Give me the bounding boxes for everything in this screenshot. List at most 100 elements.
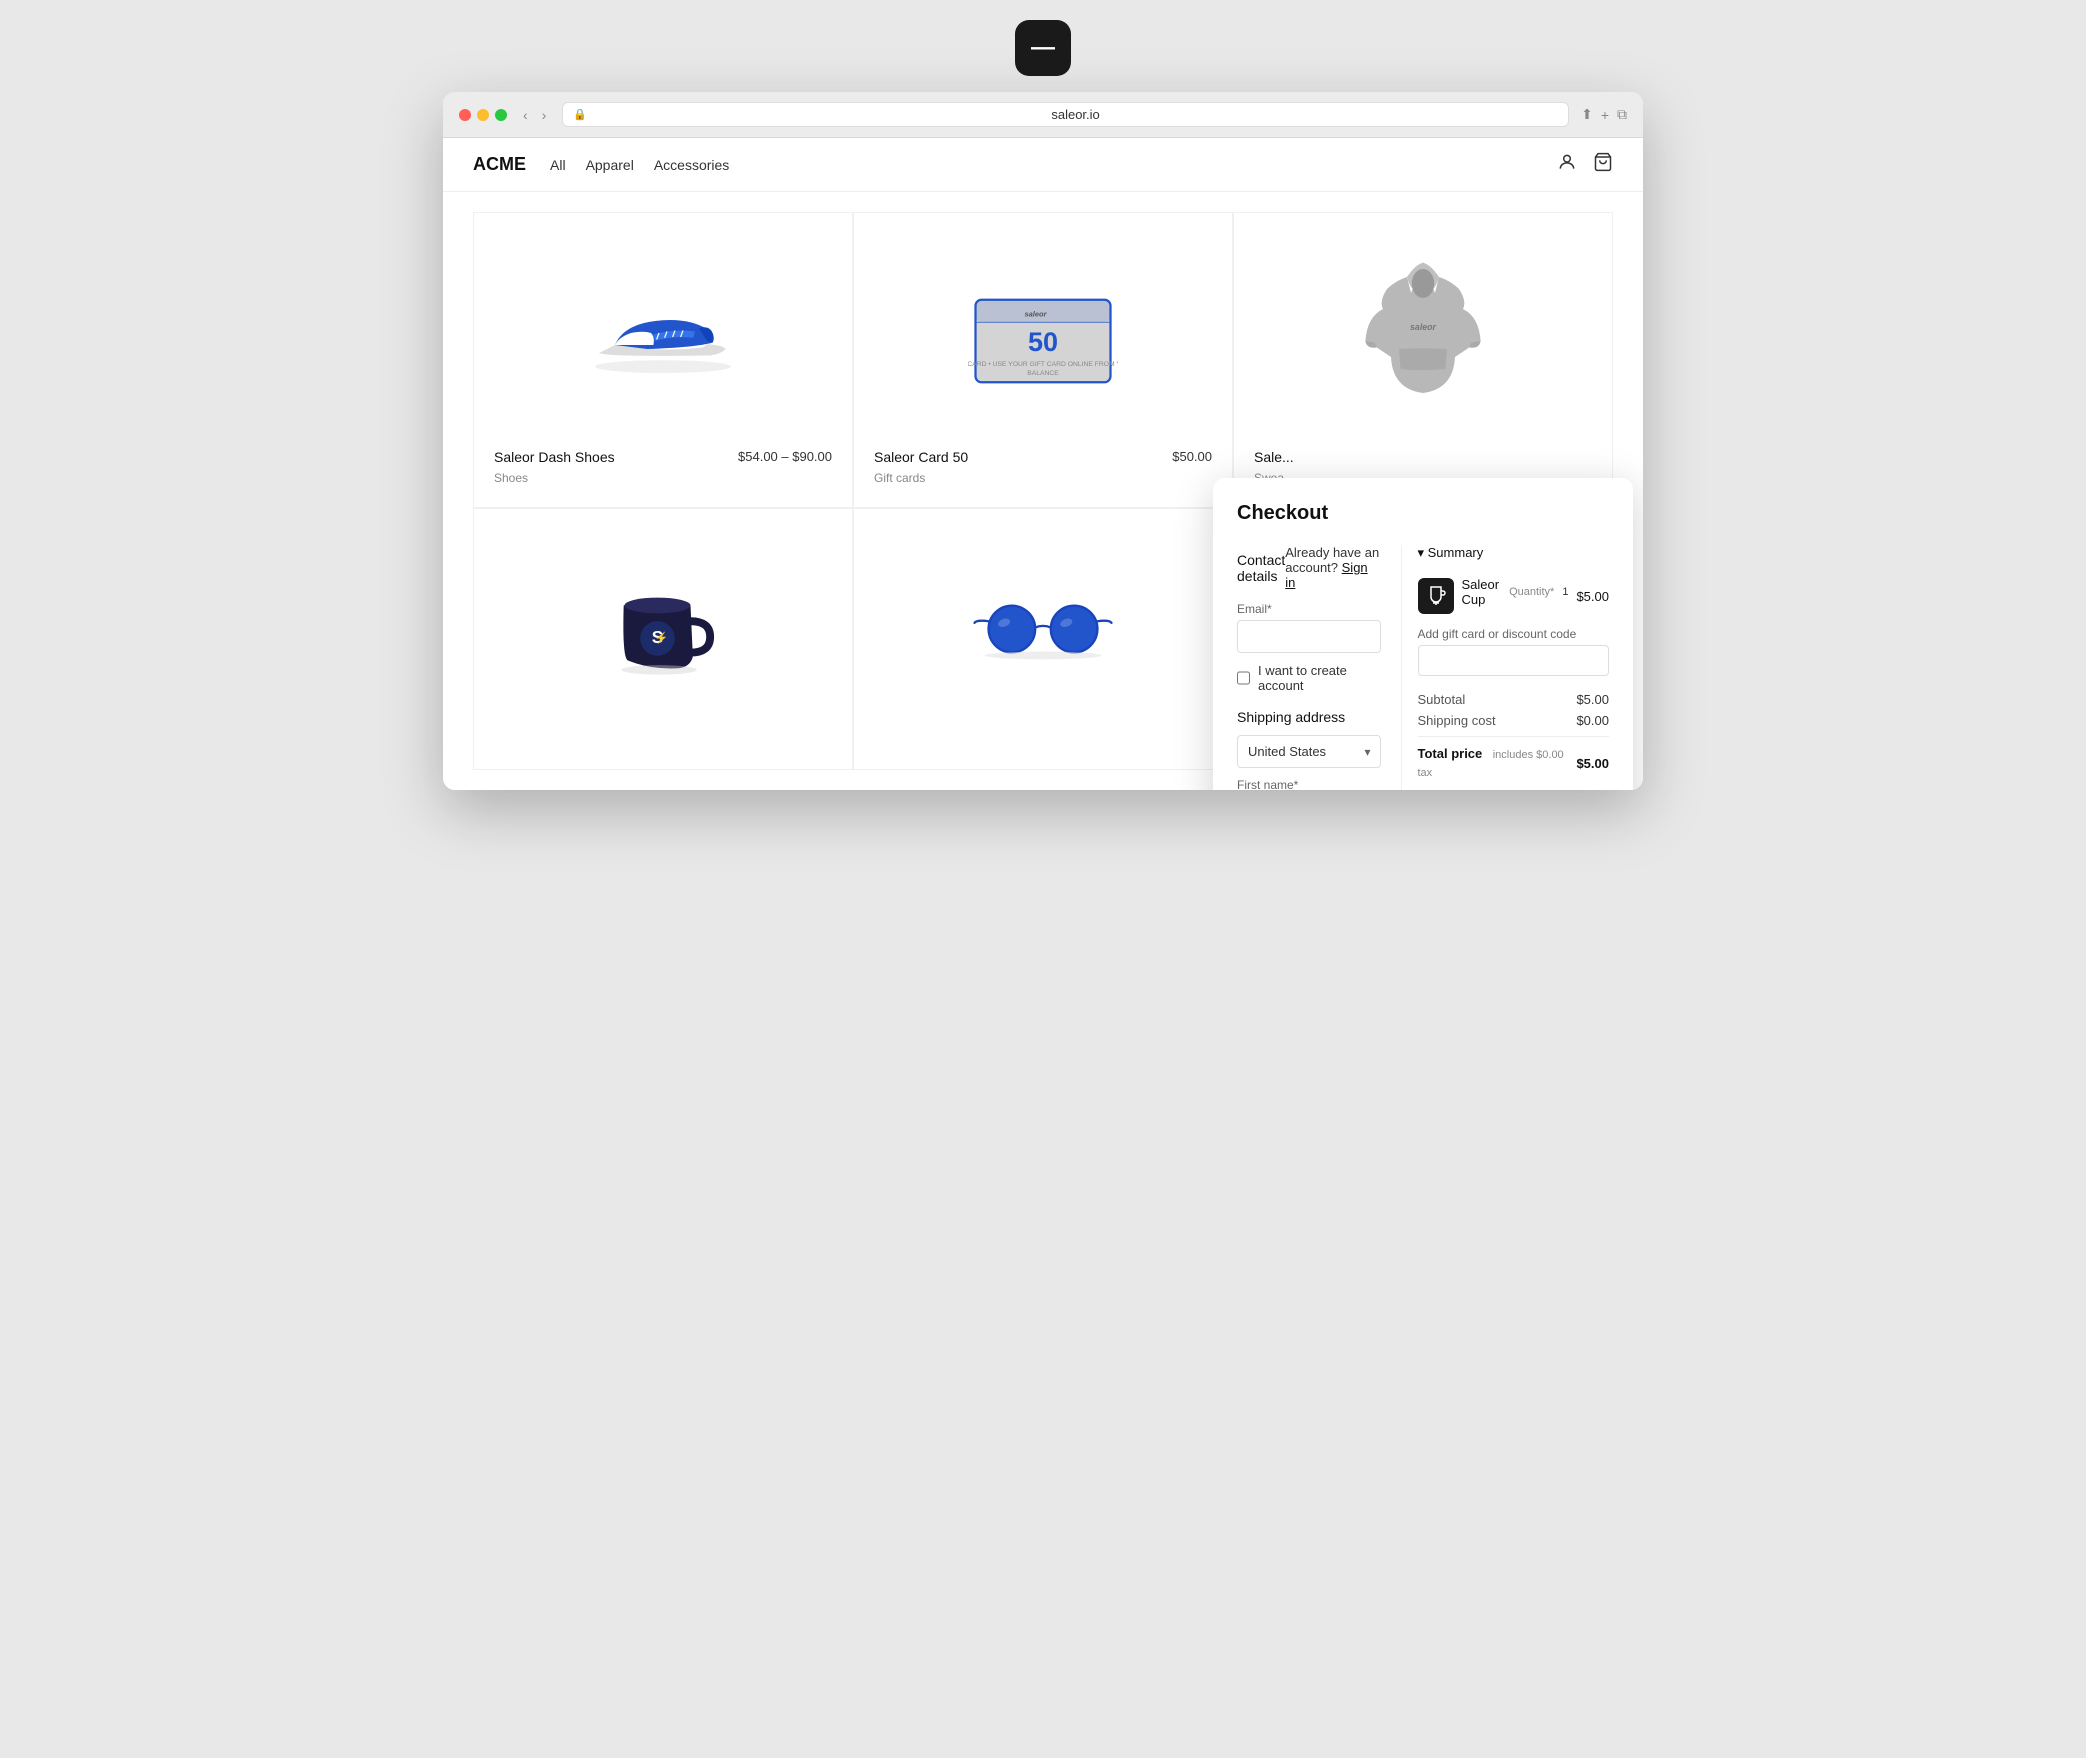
product-image-shoes: saleor	[494, 233, 832, 433]
first-name-label: First name*	[1237, 778, 1381, 790]
browser-controls: ⬆ + ⧉	[1581, 106, 1627, 123]
address-bar[interactable]: 🔒 saleor.io	[562, 102, 1569, 127]
total-row: Total price includes $0.00 tax $5.00	[1418, 736, 1610, 781]
summary-totals: Subtotal $5.00 Shipping cost $0.00 Total…	[1418, 692, 1610, 781]
tab-overview-button[interactable]: ⧉	[1617, 106, 1627, 123]
new-tab-button[interactable]: +	[1601, 106, 1609, 123]
subtotal-value: $5.00	[1576, 692, 1609, 707]
product-name: Saleor Dash Shoes	[494, 449, 615, 465]
minimize-button[interactable]	[477, 109, 489, 121]
product-info-shoes: Saleor Dash Shoes $54.00 – $90.00	[494, 449, 832, 465]
nav-item-accessories[interactable]: Accessories	[654, 157, 729, 173]
store-nav-items: All Apparel Accessories	[550, 157, 729, 173]
create-account-row: I want to create account	[1237, 663, 1381, 693]
product-name: Sale...	[1254, 449, 1294, 465]
app-icon: —	[1015, 20, 1071, 76]
store-logo: ACME	[473, 154, 526, 175]
url-text: saleor.io	[593, 107, 1558, 122]
shipping-row: Shipping cost $0.00	[1418, 713, 1610, 728]
summary-item-name: Saleor Cup	[1462, 577, 1500, 607]
product-image-giftcard: saleor 50 GIFT CARD • USE YOUR GIFT CARD…	[874, 233, 1212, 433]
desktop-background: — ‹ › 🔒 saleor.io ⬆ + ⧉	[443, 20, 1643, 790]
checkout-summary: ▾ Summary	[1401, 545, 1610, 790]
shipping-label: Shipping cost	[1418, 713, 1496, 728]
summary-item-price: $5.00	[1576, 589, 1609, 604]
product-name: Saleor Card 50	[874, 449, 968, 465]
svg-text:50: 50	[1028, 326, 1058, 356]
discount-field: Add gift card or discount code	[1418, 627, 1610, 676]
svg-text:saleor: saleor	[1410, 322, 1436, 332]
giftcard-illustration: saleor 50 GIFT CARD • USE YOUR GIFT CARD…	[968, 281, 1118, 386]
summary-item-thumbnail	[1418, 578, 1454, 614]
create-account-label: I want to create account	[1258, 663, 1381, 693]
product-price: $50.00	[1172, 449, 1212, 464]
list-item[interactable]: S ⚡	[473, 508, 853, 770]
checkout-title: Checkout	[1237, 502, 1609, 525]
cup-icon	[1424, 584, 1448, 608]
maximize-button[interactable]	[495, 109, 507, 121]
account-button[interactable]	[1557, 152, 1577, 177]
summary-item: Saleor Cup Quantity* 1 $5.00	[1418, 577, 1610, 615]
nav-item-apparel[interactable]: Apparel	[586, 157, 634, 173]
checkout-body: Contact details Already have an account?…	[1237, 545, 1609, 790]
product-image-mug: S ⚡	[494, 529, 832, 729]
traffic-lights	[459, 109, 507, 121]
shipping-value: $0.00	[1576, 713, 1609, 728]
email-input[interactable]	[1237, 620, 1381, 653]
nav-item-all[interactable]: All	[550, 157, 566, 173]
hoodie-illustration: saleor	[1358, 253, 1488, 413]
sunglasses-illustration	[973, 589, 1113, 669]
summary-quantity-row: Saleor Cup Quantity* 1	[1462, 577, 1569, 607]
product-image-hoodie: saleor	[1254, 233, 1592, 433]
browser-chrome: ‹ › 🔒 saleor.io ⬆ + ⧉	[443, 92, 1643, 138]
mug-illustration: S ⚡	[608, 579, 718, 679]
subtotal-label: Subtotal	[1418, 692, 1466, 707]
share-button[interactable]: ⬆	[1581, 106, 1593, 123]
email-label: Email*	[1237, 602, 1381, 616]
product-price: $54.00 – $90.00	[738, 449, 832, 464]
app-icon-label: —	[1031, 34, 1055, 62]
store-nav-icons	[1557, 152, 1613, 177]
svg-text:saleor: saleor	[625, 338, 644, 345]
contact-section-header: Contact details Already have an account?…	[1237, 545, 1381, 590]
create-account-checkbox[interactable]	[1237, 671, 1250, 685]
summary-qty-value: 1	[1562, 586, 1568, 598]
list-item[interactable]: saleor Saleor Dash Shoes $54.00 – $90.00…	[473, 212, 853, 508]
total-label: Total price	[1418, 746, 1483, 761]
checkout-panel: Checkout Contact details Already have an…	[1213, 478, 1633, 790]
total-value: $5.00	[1576, 756, 1609, 771]
forward-button[interactable]: ›	[538, 105, 551, 125]
product-info-hoodie: Sale...	[1254, 449, 1592, 465]
country-select[interactable]: United States	[1237, 735, 1381, 768]
svg-text:GIFT CARD • USE YOUR GIFT CARD: GIFT CARD • USE YOUR GIFT CARD ONLINE FR…	[968, 360, 1118, 367]
store-page: ACME All Apparel Accessories	[443, 138, 1643, 790]
summary-item-details: Saleor Cup Quantity* 1	[1462, 577, 1569, 615]
checkout-form: Contact details Already have an account?…	[1237, 545, 1381, 790]
back-button[interactable]: ‹	[519, 105, 532, 125]
app-icon-wrapper: —	[443, 20, 1643, 76]
svg-text:BALANCE: BALANCE	[1027, 369, 1059, 376]
summary-qty-label: Quantity*	[1509, 586, 1554, 598]
discount-input[interactable]	[1418, 645, 1610, 676]
signin-text: Already have an account? Sign in	[1285, 545, 1380, 590]
shoes-illustration: saleor	[583, 288, 743, 378]
list-item[interactable]	[853, 508, 1233, 770]
first-name-field: First name*	[1237, 778, 1381, 790]
product-category: Gift cards	[874, 471, 925, 485]
summary-toggle-label: ▾ Summary	[1418, 545, 1484, 561]
product-info-giftcard: Saleor Card 50 $50.00	[874, 449, 1212, 465]
svg-text:saleor: saleor	[1024, 309, 1047, 318]
cart-button[interactable]	[1593, 152, 1613, 177]
browser-window: ‹ › 🔒 saleor.io ⬆ + ⧉ ACME All Apparel	[443, 92, 1643, 790]
discount-label: Add gift card or discount code	[1418, 627, 1610, 641]
lock-icon: 🔒	[573, 108, 587, 121]
country-field: United States	[1237, 735, 1381, 768]
summary-toggle[interactable]: ▾ Summary	[1418, 545, 1610, 561]
contact-section-title: Contact details	[1237, 552, 1285, 584]
shipping-section-title: Shipping address	[1237, 709, 1381, 725]
close-button[interactable]	[459, 109, 471, 121]
list-item[interactable]: saleor Sale... Swea...	[1233, 212, 1613, 508]
subtotal-row: Subtotal $5.00	[1418, 692, 1610, 707]
list-item[interactable]: saleor 50 GIFT CARD • USE YOUR GIFT CARD…	[853, 212, 1233, 508]
svg-text:⚡: ⚡	[655, 632, 669, 645]
